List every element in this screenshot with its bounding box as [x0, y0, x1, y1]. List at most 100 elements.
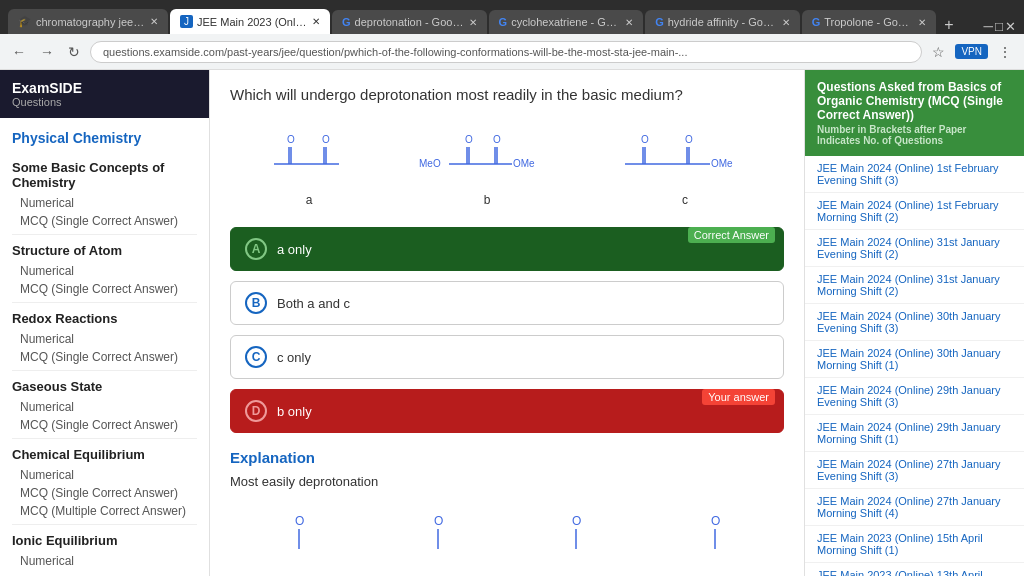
menu-button[interactable]: ⋮ — [994, 42, 1016, 62]
svg-text:MeO: MeO — [419, 158, 441, 169]
molecule-c: O O OMe c — [615, 119, 755, 207]
right-panel-item-9[interactable]: JEE Main 2024 (Online) 27th January Morn… — [805, 489, 1024, 526]
right-panel-item-5[interactable]: JEE Main 2024 (Online) 30th January Morn… — [805, 341, 1024, 378]
sidebar-item-mcq-5[interactable]: MCQ (Single Correct Answer) — [12, 484, 197, 502]
tab-label: Tropolone - Google Search — [824, 16, 914, 28]
sidebar-category-gaseous[interactable]: Gaseous State — [12, 375, 197, 398]
app-title: ExamSIDE — [12, 80, 197, 96]
right-panel-item-3[interactable]: JEE Main 2024 (Online) 31st January Morn… — [805, 267, 1024, 304]
vpn-button[interactable]: VPN — [955, 44, 988, 59]
sidebar-item-numerical-6[interactable]: Numerical — [12, 552, 197, 570]
right-panel-item-8[interactable]: JEE Main 2024 (Online) 27th January Even… — [805, 452, 1024, 489]
address-bar-row: ← → ↻ questions.examside.com/past-years/… — [0, 34, 1024, 70]
tab-close-icon[interactable]: ✕ — [918, 17, 926, 28]
molecule-a-svg: O O — [259, 119, 359, 189]
svg-text:O: O — [572, 514, 581, 528]
right-panel-item-7[interactable]: JEE Main 2024 (Online) 29th January Morn… — [805, 415, 1024, 452]
svg-text:OMe: OMe — [711, 158, 733, 169]
minimize-button[interactable]: ─ — [983, 19, 992, 34]
right-panel-header: Questions Asked from Basics of Organic C… — [805, 70, 1024, 156]
sidebar-item-mcq-1[interactable]: MCQ (Single Correct Answer) — [12, 212, 197, 230]
molecule-b-svg: MeO O O OMe — [417, 119, 557, 189]
option-a[interactable]: Correct Answer A a only — [230, 227, 784, 271]
option-c[interactable]: C c only — [230, 335, 784, 379]
sidebar-category-structure[interactable]: Structure of Atom — [12, 239, 197, 262]
tab-favicon: 🎓 — [18, 15, 32, 28]
right-panel: Questions Asked from Basics of Organic C… — [804, 70, 1024, 576]
sidebar-item-mcq-multiple-1[interactable]: MCQ (Multiple Correct Answer) — [12, 502, 197, 520]
right-panel-item-11[interactable]: JEE Main 2023 (Online) 13th April Evenin… — [805, 563, 1024, 576]
sidebar-item-numerical-4[interactable]: Numerical — [12, 398, 197, 416]
sidebar-item-numerical-3[interactable]: Numerical — [12, 330, 197, 348]
tab-jee-main[interactable]: J JEE Main 2023 (Online) 25t... ✕ — [170, 9, 330, 34]
right-panel-item-10[interactable]: JEE Main 2023 (Online) 15th April Mornin… — [805, 526, 1024, 563]
right-panel-item-6[interactable]: JEE Main 2024 (Online) 29th January Even… — [805, 378, 1024, 415]
molecule-a: O O a — [259, 119, 359, 207]
sidebar-item-numerical-1[interactable]: Numerical — [12, 194, 197, 212]
address-bar[interactable]: questions.examside.com/past-years/jee/qu… — [90, 41, 922, 63]
sidebar-header: ExamSIDE Questions — [0, 70, 209, 118]
sidebar-category-some-basic[interactable]: Some Basic Concepts of Chemistry — [12, 156, 197, 194]
option-a-letter: A — [245, 238, 267, 260]
sidebar-category-physical-chemistry[interactable]: Physical Chemistry — [12, 126, 197, 150]
sidebar-item-numerical-5[interactable]: Numerical — [12, 466, 197, 484]
correct-badge: Correct Answer — [688, 227, 775, 243]
tab-cyclohexatriene[interactable]: G cyclohexatriene - Google Sear... ✕ — [489, 10, 644, 34]
sidebar-divider-1 — [12, 234, 197, 235]
sidebar-category-chemical-eq[interactable]: Chemical Equilibrium — [12, 443, 197, 466]
option-c-text: c only — [277, 350, 311, 365]
right-panel-list: JEE Main 2024 (Online) 1st February Even… — [805, 156, 1024, 576]
reload-button[interactable]: ↻ — [64, 42, 84, 62]
tab-label: hydride affinity - Google Searc... — [668, 16, 778, 28]
sidebar-item-numerical-2[interactable]: Numerical — [12, 262, 197, 280]
molecule-c-svg: O O OMe — [615, 119, 755, 189]
new-tab-button[interactable]: + — [938, 16, 959, 34]
option-b-text: Both a and c — [277, 296, 350, 311]
sidebar-section: Physical Chemistry Some Basic Concepts o… — [0, 118, 209, 574]
option-d[interactable]: Your answer D b only — [230, 389, 784, 433]
sidebar-item-mcq-3[interactable]: MCQ (Single Correct Answer) — [12, 348, 197, 366]
right-panel-item-0[interactable]: JEE Main 2024 (Online) 1st February Even… — [805, 156, 1024, 193]
molecule-diagrams: O O a MeO O O OMe — [230, 119, 784, 207]
right-panel-item-2[interactable]: JEE Main 2024 (Online) 31st January Even… — [805, 230, 1024, 267]
svg-text:O: O — [493, 134, 501, 145]
forward-button[interactable]: → — [36, 42, 58, 62]
right-panel-sub: Number in Brackets after Paper Indicates… — [817, 124, 1012, 146]
tab-close-icon[interactable]: ✕ — [312, 16, 320, 27]
tab-favicon: G — [499, 16, 508, 28]
sidebar-item-mcq-2[interactable]: MCQ (Single Correct Answer) — [12, 280, 197, 298]
content-area: Which will undergo deprotonation most re… — [210, 70, 804, 576]
svg-text:O: O — [295, 514, 304, 528]
tab-close-icon[interactable]: ✕ — [782, 17, 790, 28]
svg-text:O: O — [322, 134, 330, 145]
right-panel-item-4[interactable]: JEE Main 2024 (Online) 30th January Even… — [805, 304, 1024, 341]
tab-close-icon[interactable]: ✕ — [469, 17, 477, 28]
svg-text:O: O — [434, 514, 443, 528]
close-window-button[interactable]: ✕ — [1005, 19, 1016, 34]
back-button[interactable]: ← — [8, 42, 30, 62]
sidebar-category-redox[interactable]: Redox Reactions — [12, 307, 197, 330]
sidebar-item-mcq-4[interactable]: MCQ (Single Correct Answer) — [12, 416, 197, 434]
tab-favicon: G — [655, 16, 664, 28]
sidebar-divider-5 — [12, 524, 197, 525]
wrong-badge: Your answer — [702, 389, 775, 405]
tab-close-icon[interactable]: ✕ — [150, 16, 158, 27]
svg-text:OMe: OMe — [513, 158, 535, 169]
tab-tropolone[interactable]: G Tropolone - Google Search ✕ — [802, 10, 937, 34]
sidebar-category-ionic-eq[interactable]: Ionic Equilibrium — [12, 529, 197, 552]
tab-hydride[interactable]: G hydride affinity - Google Searc... ✕ — [645, 10, 800, 34]
tab-deprotonation[interactable]: G deprotonation - Google Search ✕ — [332, 10, 487, 34]
browser-tabs: 🎓 chromatography jee mains -... ✕ J JEE … — [0, 0, 1024, 34]
tab-chromatography[interactable]: 🎓 chromatography jee mains -... ✕ — [8, 9, 168, 34]
option-b-letter: B — [245, 292, 267, 314]
tab-label: deprotonation - Google Search — [355, 16, 465, 28]
tab-close-icon[interactable]: ✕ — [625, 17, 633, 28]
sidebar-divider-4 — [12, 438, 197, 439]
right-panel-item-1[interactable]: JEE Main 2024 (Online) 1st February Morn… — [805, 193, 1024, 230]
maximize-button[interactable]: □ — [995, 19, 1003, 34]
explanation-molecules: O O O O — [230, 499, 784, 554]
molecule-a-label: a — [259, 193, 359, 207]
option-b[interactable]: B Both a and c — [230, 281, 784, 325]
explanation-text: Most easily deprotonation — [230, 474, 784, 489]
bookmark-button[interactable]: ☆ — [928, 42, 949, 62]
